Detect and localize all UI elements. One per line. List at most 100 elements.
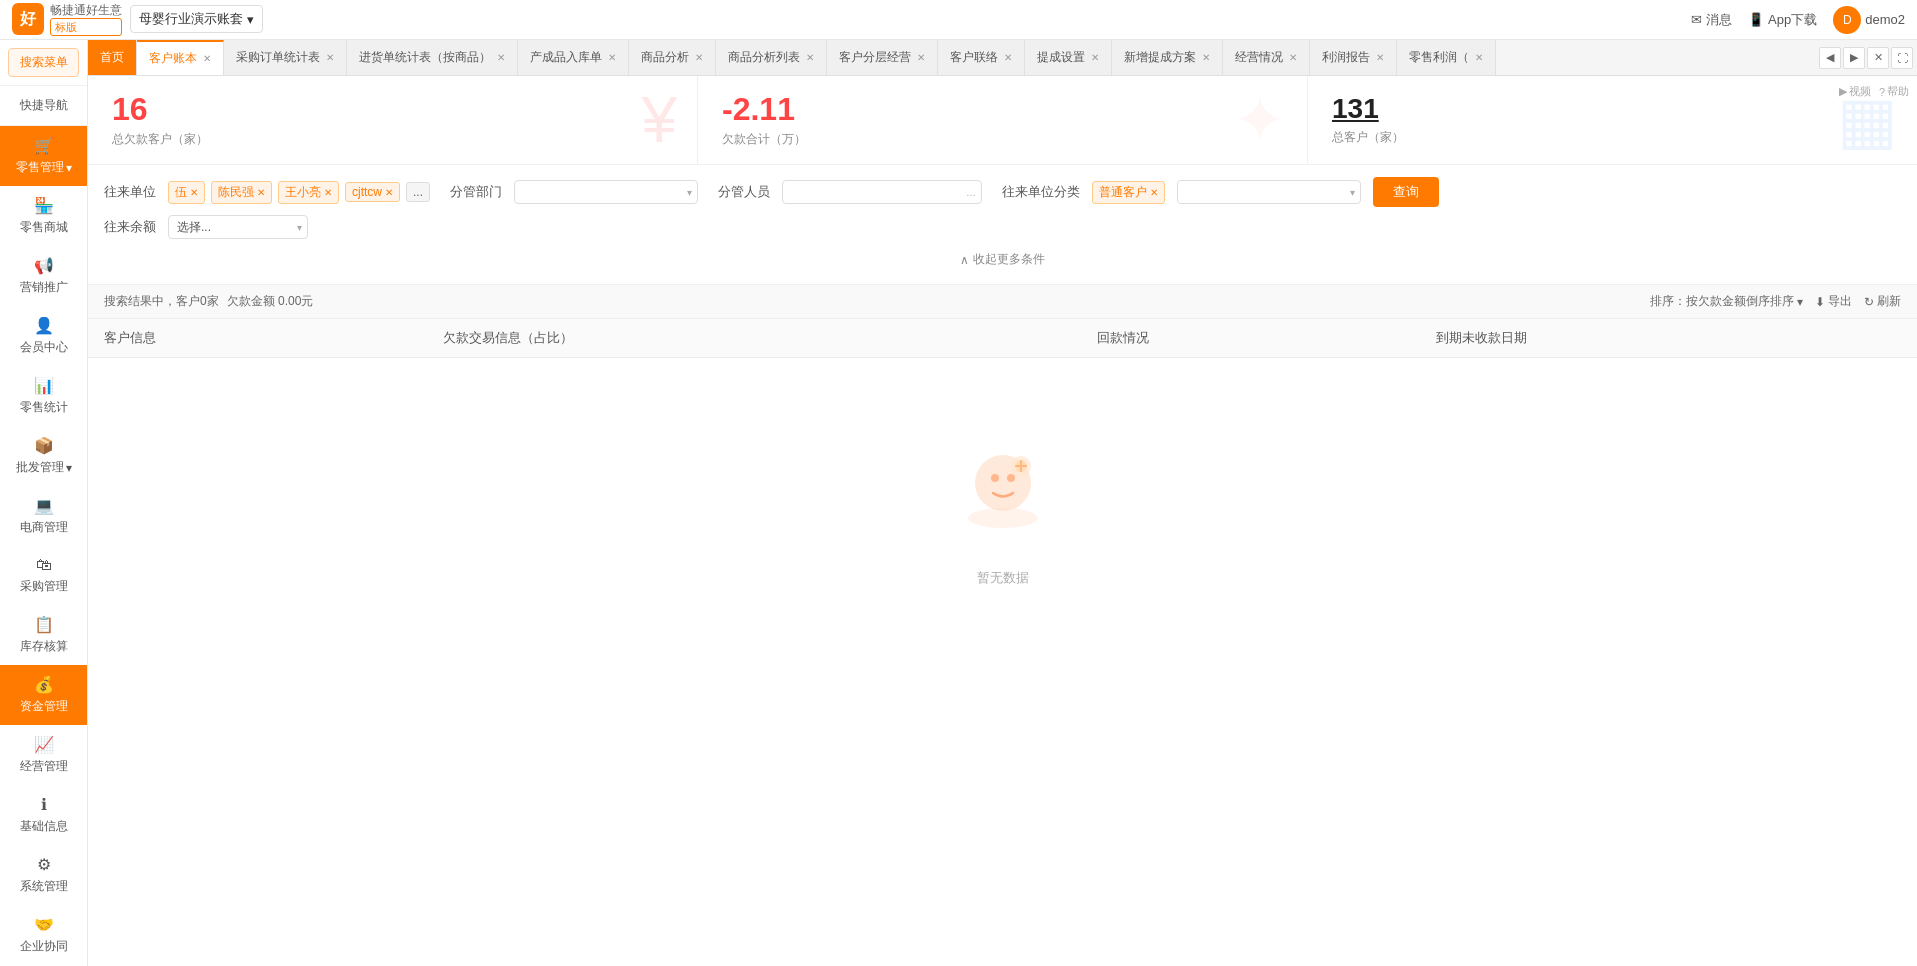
sidebar-item-purchase[interactable]: 🛍 采购管理 <box>0 546 87 605</box>
unit-filter-tags: 伍 ✕ 陈民强 ✕ 王小亮 ✕ cjttcw ✕ <box>168 181 430 204</box>
sidebar-quick-nav: 快捷导航 <box>0 86 87 126</box>
tab-customer-layering[interactable]: 客户分层经营 ✕ <box>827 40 938 75</box>
refresh-button[interactable]: ↻ 刷新 <box>1864 293 1901 310</box>
tab-customer-contact[interactable]: 客户联络 ✕ <box>938 40 1025 75</box>
export-icon: ⬇ <box>1815 295 1825 309</box>
tab-close-incoming[interactable]: ✕ <box>497 52 505 63</box>
messages-button[interactable]: ✉ 消息 <box>1691 11 1732 29</box>
tag-close-wang[interactable]: ✕ <box>324 187 332 198</box>
marketing-icon: 📢 <box>34 256 54 275</box>
filter-area: 往来单位 伍 ✕ 陈民强 ✕ 王小亮 ✕ <box>88 165 1917 285</box>
sidebar-item-inventory[interactable]: 📋 库存核算 <box>0 605 87 665</box>
app-download-button[interactable]: 📱 App下载 <box>1748 11 1817 29</box>
sidebar-item-retail-management[interactable]: 🛒 零售管理 ▾ <box>0 126 87 186</box>
tag-close-chen[interactable]: ✕ <box>257 187 265 198</box>
tab-close-inbound[interactable]: ✕ <box>608 52 616 63</box>
tab-product-inbound[interactable]: 产成品入库单 ✕ <box>518 40 629 75</box>
sidebar-item-system[interactable]: ⚙ 系统管理 <box>0 845 87 905</box>
dept-select-wrap: ▾ <box>514 180 698 204</box>
sidebar-item-marketing[interactable]: 📢 营销推广 <box>0 246 87 306</box>
tag-close-cjttcw[interactable]: ✕ <box>385 187 393 198</box>
tab-close-commission[interactable]: ✕ <box>1091 52 1099 63</box>
tab-controls: ◀ ▶ ✕ ⛶ <box>1815 47 1917 69</box>
tab-scroll-right-button[interactable]: ▶ <box>1843 47 1865 69</box>
person-input[interactable] <box>782 180 982 204</box>
sidebar-item-finance[interactable]: 💰 资金管理 <box>0 665 87 725</box>
tab-close-operations[interactable]: ✕ <box>1289 52 1297 63</box>
tab-product-analysis-list[interactable]: 商品分析列表 ✕ <box>716 40 827 75</box>
unit-filter-label: 往来单位 <box>104 183 156 201</box>
tab-close-purchase[interactable]: ✕ <box>326 52 334 63</box>
tab-maximize-button[interactable]: ⛶ <box>1891 47 1913 69</box>
tab-close-all-button[interactable]: ✕ <box>1867 47 1889 69</box>
avatar: D <box>1833 6 1861 34</box>
tab-close-customer-ledger[interactable]: ✕ <box>203 53 211 64</box>
export-button[interactable]: ⬇ 导出 <box>1815 293 1852 310</box>
tab-product-analysis[interactable]: 商品分析 ✕ <box>629 40 716 75</box>
tab-profit-report[interactable]: 利润报告 ✕ <box>1310 40 1397 75</box>
content-area: 首页 客户账本 ✕ 采购订单统计表 ✕ 进货单统计表（按商品） ✕ 产成品入库单… <box>88 40 1917 966</box>
tab-close-layering[interactable]: ✕ <box>917 52 925 63</box>
video-link[interactable]: ▶ 视频 <box>1839 84 1871 99</box>
finance-icon: 💰 <box>34 675 54 694</box>
tab-scroll-left-button[interactable]: ◀ <box>1819 47 1841 69</box>
version-badge: 标版 <box>50 18 122 36</box>
data-table: 客户信息 欠款交易信息（占比） 回款情况 到期未收款日期 <box>88 319 1917 358</box>
table-header-row: 客户信息 欠款交易信息（占比） 回款情况 到期未收款日期 <box>88 319 1917 358</box>
top-bar-left: 好 畅捷通好生意 标版 母婴行业演示账套 ▾ <box>12 3 263 37</box>
tab-retail-profit[interactable]: 零售利润（ ✕ <box>1397 40 1496 75</box>
dept-filter-label: 分管部门 <box>450 183 502 201</box>
inventory-icon: 📋 <box>34 615 54 634</box>
org-selector[interactable]: 母婴行业演示账套 ▾ <box>130 5 263 33</box>
tab-home[interactable]: 首页 <box>88 40 137 75</box>
tag-close-wu[interactable]: ✕ <box>190 187 198 198</box>
logo-area: 好 畅捷通好生意 标版 <box>12 3 122 37</box>
tab-close-analysis[interactable]: ✕ <box>695 52 703 63</box>
filter-tag-wu: 伍 ✕ <box>168 181 205 204</box>
tab-customer-ledger[interactable]: 客户账本 ✕ <box>137 40 224 75</box>
tab-commission-settings[interactable]: 提成设置 ✕ <box>1025 40 1112 75</box>
tab-close-analysis-list[interactable]: ✕ <box>806 52 814 63</box>
sidebar-item-operations[interactable]: 📈 经营管理 <box>0 725 87 785</box>
stat-help-links: ▶ 视频 ? 帮助 <box>1839 84 1909 99</box>
chevron-up-icon: ∧ <box>960 253 969 267</box>
svg-point-2 <box>991 474 999 482</box>
search-menu-button[interactable]: 搜索菜单 <box>8 48 79 77</box>
tab-operations[interactable]: 经营情况 ✕ <box>1223 40 1310 75</box>
query-button[interactable]: 查询 <box>1373 177 1439 207</box>
stat-value-customers: 16 <box>112 92 148 127</box>
user-profile[interactable]: D demo2 <box>1833 6 1905 34</box>
filter-tag-more[interactable]: ... <box>406 182 430 202</box>
ecommerce-icon: 💻 <box>34 496 54 515</box>
download-icon: 📱 <box>1748 12 1764 27</box>
sidebar-item-retail-stats[interactable]: 📊 零售统计 <box>0 366 87 426</box>
tab-add-commission-plan[interactable]: 新增提成方案 ✕ <box>1112 40 1223 75</box>
stat-label-debt: 欠款合计（万） <box>722 131 806 148</box>
category-input[interactable] <box>1177 180 1361 204</box>
sidebar-item-basic-info[interactable]: ℹ 基础信息 <box>0 785 87 845</box>
chevron-down-icon: ▾ <box>247 12 254 27</box>
tab-close-profit[interactable]: ✕ <box>1376 52 1384 63</box>
sidebar-item-retail-mall[interactable]: 🏪 零售商城 <box>0 186 87 246</box>
sidebar-item-member-center[interactable]: 👤 会员中心 <box>0 306 87 366</box>
remain-select[interactable]: 选择... <box>168 215 308 239</box>
tab-incoming-stats[interactable]: 进货单统计表（按商品） ✕ <box>347 40 518 75</box>
col-header-debt-info: 欠款交易信息（占比） <box>427 319 1081 358</box>
sidebar-item-wholesale[interactable]: 📦 批发管理 ▾ <box>0 426 87 486</box>
svg-point-3 <box>1007 474 1015 482</box>
tab-close-contact[interactable]: ✕ <box>1004 52 1012 63</box>
tab-close-retail-profit[interactable]: ✕ <box>1475 52 1483 63</box>
tab-purchase-order-stats[interactable]: 采购订单统计表 ✕ <box>224 40 347 75</box>
sidebar-item-enterprise-collab[interactable]: 🤝 企业协同 <box>0 905 87 965</box>
stat-bg-yuan-icon: ¥ <box>641 83 677 157</box>
help-link[interactable]: ? 帮助 <box>1879 84 1909 99</box>
sidebar-item-ecommerce[interactable]: 💻 电商管理 <box>0 486 87 546</box>
system-icon: ⚙ <box>37 855 51 874</box>
collapse-button[interactable]: ∧ 收起更多条件 <box>104 247 1901 272</box>
dept-input[interactable] <box>514 180 698 204</box>
result-bar-left: 搜索结果中，客户0家 欠款金额 0.00元 <box>104 293 313 310</box>
tab-close-add-commission[interactable]: ✕ <box>1202 52 1210 63</box>
tag-close-category[interactable]: ✕ <box>1150 187 1158 198</box>
empty-illustration <box>953 438 1053 557</box>
sidebar-item-quick-nav[interactable]: 快捷导航 <box>0 90 87 121</box>
